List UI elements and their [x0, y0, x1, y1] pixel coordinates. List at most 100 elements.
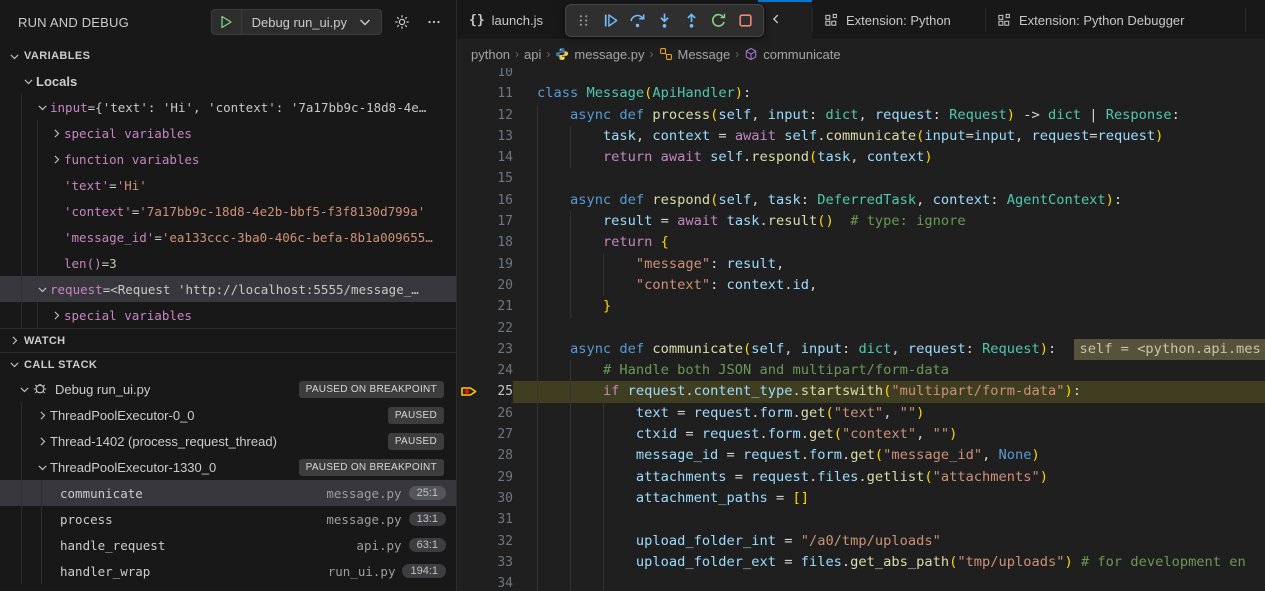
thread-row[interactable]: ThreadPoolExecutor-1330_0 PAUSED ON BREAK…	[0, 454, 456, 480]
variable-row[interactable]: request = <Request 'http://localhost:555…	[0, 276, 456, 302]
code-line[interactable]: 10	[457, 68, 1265, 83]
line-gutter[interactable]: 15	[457, 168, 513, 189]
stop-button[interactable]	[732, 7, 759, 34]
line-gutter[interactable]: 27	[457, 424, 513, 445]
breadcrumb-item-message[interactable]: Message	[659, 47, 730, 62]
variable-row[interactable]: special variables	[0, 120, 456, 146]
line-gutter[interactable]: 23	[457, 339, 513, 360]
line-gutter[interactable]: 17	[457, 211, 513, 232]
thread-row[interactable]: ThreadPoolExecutor-0_0 PAUSED	[0, 402, 456, 428]
code-line[interactable]: 23 async def communicate(self, input: di…	[457, 338, 1265, 361]
thread-row[interactable]: Thread-1402 (process_request_thread) PAUS…	[0, 428, 456, 454]
chevron-down-icon[interactable]	[16, 381, 32, 397]
chevron-right-icon[interactable]	[34, 407, 50, 423]
code-line-text[interactable]: task, context = await self.communicate(i…	[513, 125, 1265, 148]
tab-extension-python-debugger[interactable]: Extension: Python Debugger	[985, 0, 1245, 40]
line-gutter[interactable]: 20	[457, 275, 513, 296]
chevron-down-icon[interactable]	[6, 48, 22, 64]
code-line[interactable]: 15	[457, 168, 1265, 190]
code-line-text[interactable]	[513, 68, 1265, 83]
code-line[interactable]: 16 async def respond(self, task: Deferre…	[457, 189, 1265, 212]
line-gutter[interactable]: 22	[457, 318, 513, 339]
code-line-text[interactable]: async def process(self, input: dict, req…	[513, 104, 1265, 126]
variable-row[interactable]: Locals	[0, 68, 456, 94]
debug-config-dropdown[interactable]: Debug run_ui.py	[210, 9, 382, 35]
chevron-right-icon[interactable]	[48, 151, 64, 167]
code-line[interactable]: 24 # Handle both JSON and multipart/form…	[457, 360, 1265, 382]
chevron-right-icon[interactable]	[48, 307, 64, 323]
step-over-button[interactable]	[624, 7, 651, 34]
debug-config-label[interactable]: Debug run_ui.py	[242, 15, 357, 30]
continue-button[interactable]	[597, 7, 624, 34]
line-gutter[interactable]: 25	[457, 381, 513, 402]
gear-icon[interactable]	[390, 10, 414, 34]
code-line-text[interactable]: upload_folder_ext = files.get_abs_path("…	[513, 551, 1265, 574]
code-line-text[interactable]	[513, 317, 1265, 339]
step-out-button[interactable]	[678, 7, 705, 34]
code-line-text[interactable]: # Handle both JSON and multipart/form-da…	[513, 360, 1265, 382]
chevron-down-icon[interactable]	[20, 73, 36, 89]
code-line-text[interactable]: if request.content_type.startswith("mult…	[513, 381, 1265, 403]
chevron-right-icon[interactable]	[34, 433, 50, 449]
line-gutter[interactable]: 11	[457, 83, 513, 104]
chevron-down-icon[interactable]	[34, 99, 50, 115]
code-line[interactable]: 32 upload_folder_int = "/a0/tmp/uploads"	[457, 530, 1265, 552]
variable-row[interactable]: input = {'text': 'Hi', 'context': '7a17b…	[0, 94, 456, 120]
line-gutter[interactable]: 29	[457, 467, 513, 488]
code-line[interactable]: 18 return {	[457, 232, 1265, 254]
ellipsis-icon[interactable]	[422, 10, 446, 34]
line-gutter[interactable]: 18	[457, 232, 513, 253]
code-line[interactable]: 21 }	[457, 296, 1265, 318]
code-line[interactable]: 30 attachment_paths = []	[457, 487, 1265, 510]
chevron-right-icon[interactable]	[48, 125, 64, 141]
chevron-right-icon[interactable]	[6, 333, 22, 349]
code-line[interactable]: 17 result = await task.result() # type: …	[457, 211, 1265, 233]
line-gutter[interactable]: 34	[457, 573, 513, 591]
line-gutter[interactable]: 13	[457, 126, 513, 147]
line-gutter[interactable]: 14	[457, 147, 513, 168]
variable-row[interactable]: 'context' = '7a17bb9c-18d8-4e2b-bbf5-f3f…	[0, 198, 456, 224]
breadcrumb-item-message-py[interactable]: message.py	[555, 47, 645, 62]
watch-section-header[interactable]: WATCH	[0, 328, 456, 352]
stack-frame-row[interactable]: handle_request api.py 63:1	[0, 532, 456, 558]
code-line-text[interactable]: attachments = request.files.getlist("att…	[513, 466, 1265, 488]
code-line[interactable]: 34	[457, 573, 1265, 591]
code-line-text[interactable]: "message": result,	[513, 253, 1265, 275]
variable-row[interactable]: 'message_id' = 'ea133ccc-3ba0-406c-befa-…	[0, 224, 456, 250]
code-line-text[interactable]	[513, 573, 1265, 591]
line-gutter[interactable]: 26	[457, 403, 513, 424]
code-line[interactable]: 22	[457, 317, 1265, 339]
variable-row[interactable]: len() = 3	[0, 250, 456, 276]
code-line[interactable]: 13 task, context = await self.communicat…	[457, 125, 1265, 148]
step-into-button[interactable]	[651, 7, 678, 34]
code-line[interactable]: 26 text = request.form.get("text", "")	[457, 402, 1265, 425]
start-debug-icon[interactable]	[212, 10, 242, 34]
variable-row[interactable]: special variables	[0, 302, 456, 328]
code-line[interactable]: 25 if request.content_type.startswith("m…	[457, 381, 1265, 403]
code-line-text[interactable]: async def communicate(self, input: dict,…	[513, 338, 1265, 361]
code-line[interactable]: 31	[457, 509, 1265, 531]
code-line[interactable]: 19 "message": result,	[457, 253, 1265, 275]
breadcrumb-item-communicate[interactable]: communicate	[744, 47, 841, 62]
line-gutter[interactable]: 31	[457, 509, 513, 530]
code-line[interactable]: 33 upload_folder_ext = files.get_abs_pat…	[457, 551, 1265, 574]
line-gutter[interactable]: 19	[457, 254, 513, 275]
active-tab-partial[interactable]	[758, 0, 812, 40]
code-line-text[interactable]: "context": context.id,	[513, 274, 1265, 297]
code-line[interactable]: 28 message_id = request.form.get("messag…	[457, 445, 1265, 467]
code-line-text[interactable]	[513, 509, 1265, 531]
code-line-text[interactable]: class Message(ApiHandler):	[513, 83, 1265, 104]
code-line-text[interactable]: async def respond(self, task: DeferredTa…	[513, 189, 1265, 212]
variables-section-header[interactable]: VARIABLES	[0, 44, 456, 68]
line-gutter[interactable]: 21	[457, 296, 513, 317]
code-line[interactable]: 20 "context": context.id,	[457, 274, 1265, 297]
code-line-text[interactable]: return await self.respond(task, context)	[513, 147, 1265, 169]
code-line[interactable]: 12 async def process(self, input: dict, …	[457, 104, 1265, 126]
variable-row[interactable]: function variables	[0, 146, 456, 172]
code-line-text[interactable]: result = await task.result() # type: ign…	[513, 211, 1265, 233]
chevron-left-icon[interactable]	[769, 12, 783, 31]
code-line-text[interactable]: }	[513, 296, 1265, 318]
tab-launch-json[interactable]: {} launch.js	[457, 0, 555, 40]
code-line[interactable]: 27 ctxid = request.form.get("context", "…	[457, 424, 1265, 446]
code-line-text[interactable]: attachment_paths = []	[513, 487, 1265, 510]
